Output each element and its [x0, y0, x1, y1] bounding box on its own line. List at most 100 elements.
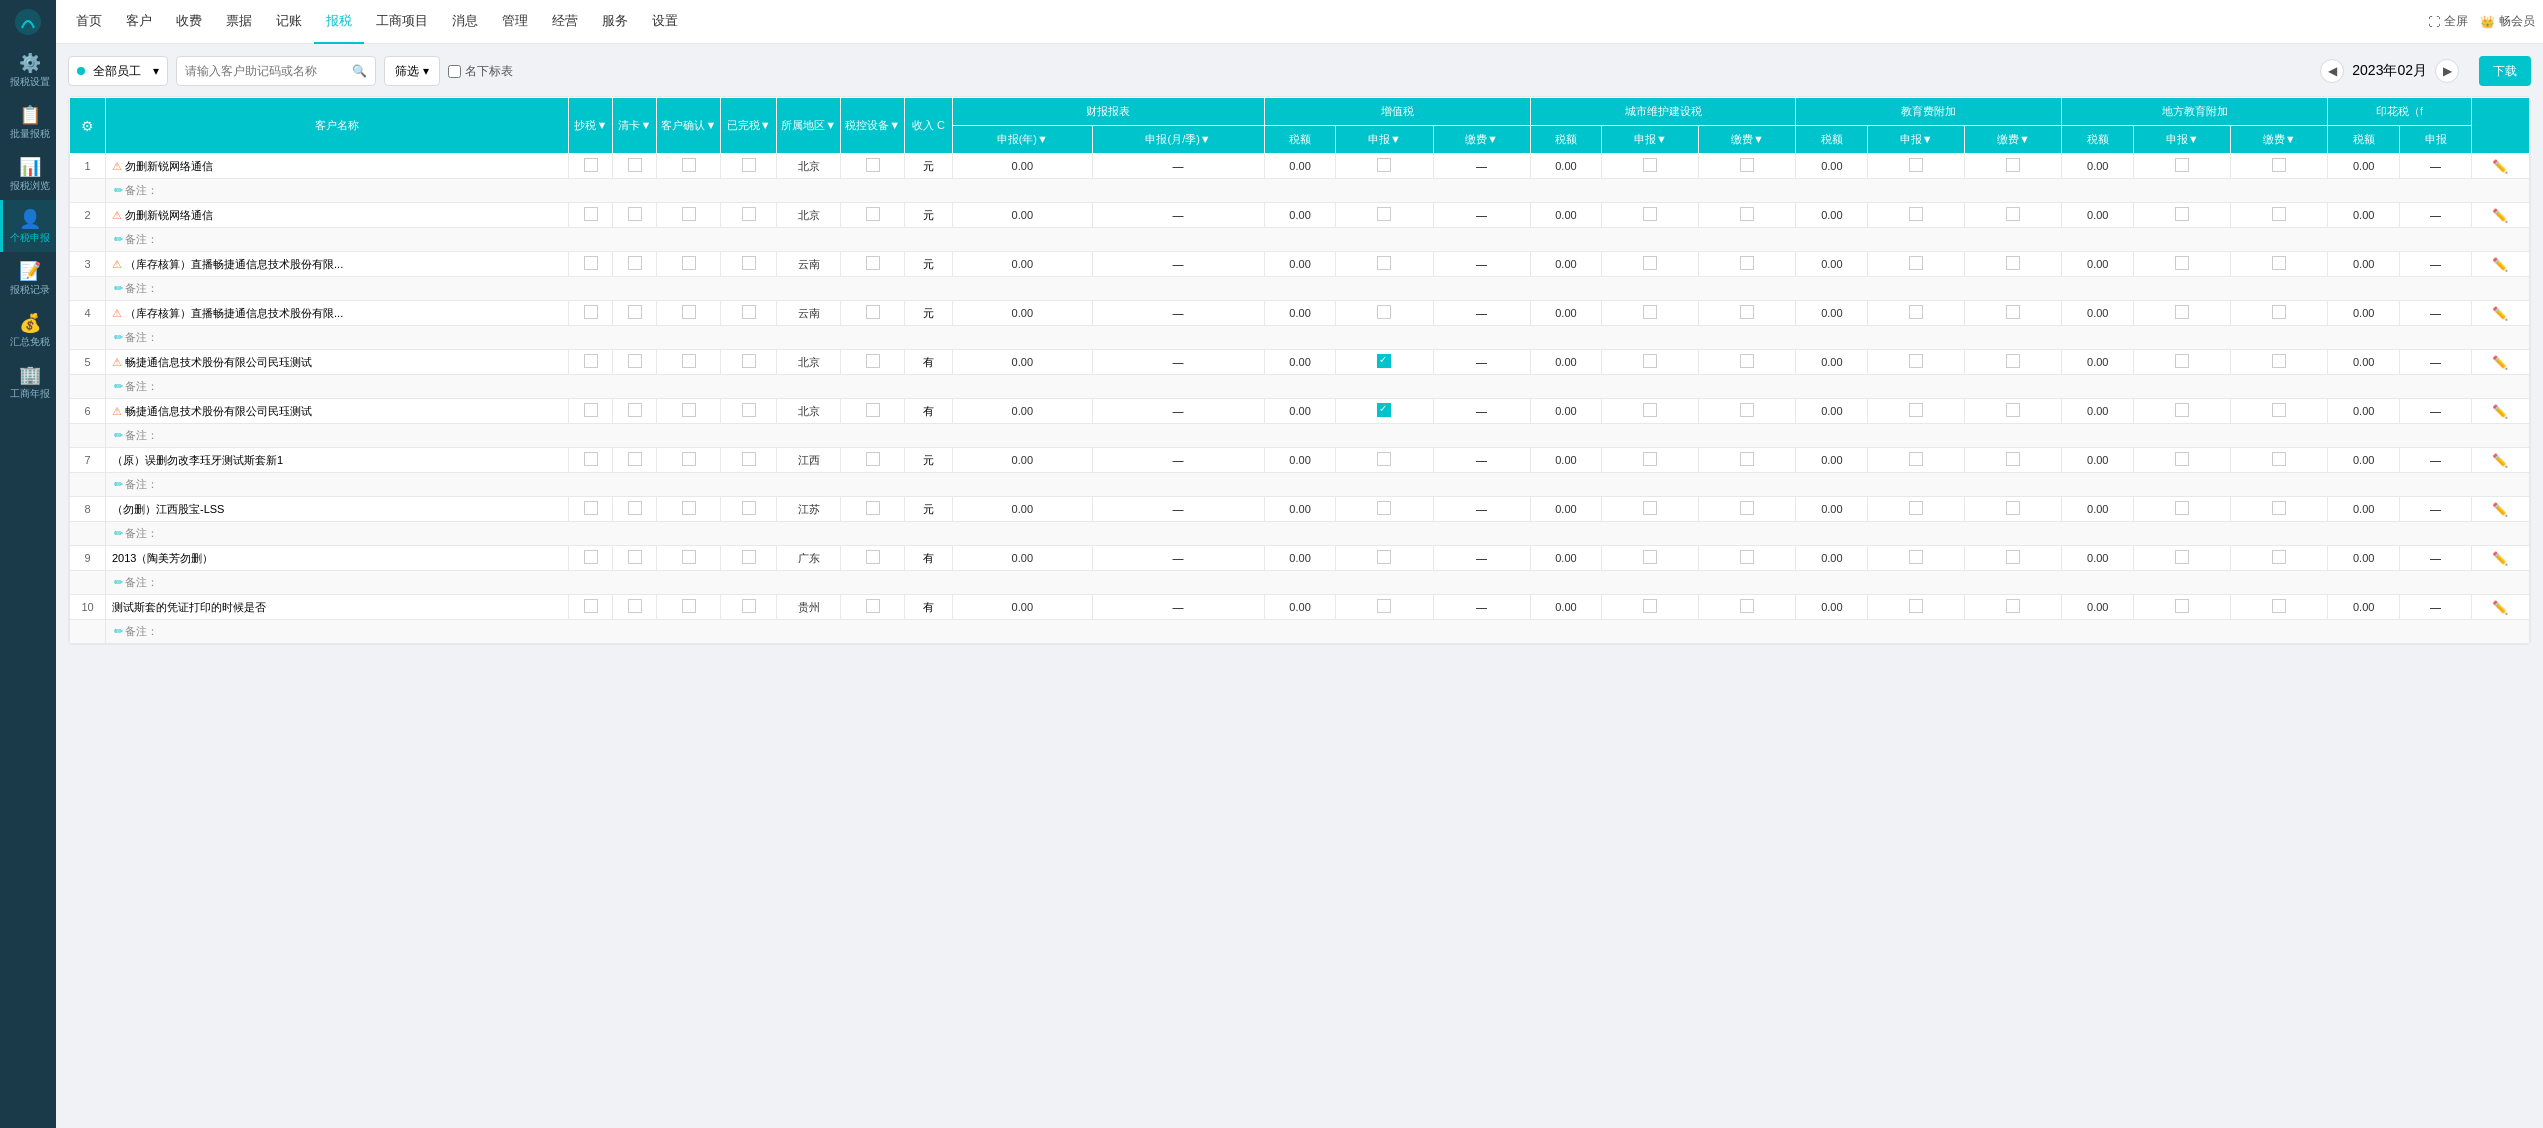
edit-icon[interactable]: ✏️ — [2492, 551, 2508, 566]
done-checkbox[interactable] — [742, 550, 756, 564]
search-input[interactable] — [185, 64, 348, 78]
confirm-checkbox[interactable] — [682, 501, 696, 515]
difang-pay-checkbox[interactable] — [2272, 550, 2286, 564]
done-checkbox[interactable] — [742, 207, 756, 221]
difang-pay-checkbox[interactable] — [2272, 256, 2286, 270]
clear-checkbox[interactable] — [628, 501, 642, 515]
difang-apply-checkbox[interactable] — [2175, 305, 2189, 319]
employee-filter-select[interactable]: 全部员工 ▾ — [68, 56, 168, 86]
chengshi-apply-checkbox[interactable] — [1643, 501, 1657, 515]
jiaoyu-apply-checkbox[interactable] — [1909, 305, 1923, 319]
next-month-button[interactable]: ▶ — [2435, 59, 2459, 83]
difang-pay-checkbox[interactable] — [2272, 452, 2286, 466]
difang-pay-checkbox[interactable] — [2272, 158, 2286, 172]
mingxia-checkbox[interactable] — [448, 65, 461, 78]
tax-checkbox[interactable] — [584, 403, 598, 417]
chengshi-pay-checkbox[interactable] — [1740, 305, 1754, 319]
apply-checkbox-checked[interactable] — [1377, 403, 1391, 417]
sidebar-item-gongshang[interactable]: 🏢 工商年报 — [0, 356, 56, 408]
nav-guanli[interactable]: 管理 — [490, 0, 540, 44]
clear-checkbox[interactable] — [628, 305, 642, 319]
tax-device-checkbox[interactable] — [866, 305, 880, 319]
chengshi-apply-checkbox[interactable] — [1643, 207, 1657, 221]
tax-checkbox[interactable] — [584, 354, 598, 368]
difang-apply-checkbox[interactable] — [2175, 550, 2189, 564]
difang-pay-checkbox[interactable] — [2272, 599, 2286, 613]
edit-icon[interactable]: ✏️ — [2492, 404, 2508, 419]
edit-icon[interactable]: ✏️ — [2492, 257, 2508, 272]
jiaoyu-pay-checkbox[interactable] — [2006, 452, 2020, 466]
tax-checkbox[interactable] — [584, 599, 598, 613]
apply-checkbox-checked[interactable] — [1377, 354, 1391, 368]
edit-icon[interactable]: ✏️ — [2492, 502, 2508, 517]
jiaoyu-pay-checkbox[interactable] — [2006, 599, 2020, 613]
chengshi-pay-checkbox[interactable] — [1740, 550, 1754, 564]
jiaoyu-apply-checkbox[interactable] — [1909, 550, 1923, 564]
jiaoyu-pay-checkbox[interactable] — [2006, 207, 2020, 221]
apply-checkbox[interactable] — [1377, 158, 1391, 172]
vip-btn[interactable]: 👑 畅会员 — [2480, 13, 2535, 30]
chengshi-apply-checkbox[interactable] — [1643, 354, 1657, 368]
jiaoyu-apply-checkbox[interactable] — [1909, 452, 1923, 466]
confirm-checkbox[interactable] — [682, 354, 696, 368]
tax-device-checkbox[interactable] — [866, 354, 880, 368]
tax-device-checkbox[interactable] — [866, 256, 880, 270]
jiaoyu-apply-checkbox[interactable] — [1909, 354, 1923, 368]
gear-icon-th[interactable]: ⚙ — [81, 118, 94, 134]
nav-kehu[interactable]: 客户 — [114, 0, 164, 44]
done-checkbox[interactable] — [742, 158, 756, 172]
tax-device-checkbox[interactable] — [866, 158, 880, 172]
chengshi-pay-checkbox[interactable] — [1740, 599, 1754, 613]
done-checkbox[interactable] — [742, 599, 756, 613]
jiaoyu-pay-checkbox[interactable] — [2006, 550, 2020, 564]
jiaoyu-apply-checkbox[interactable] — [1909, 501, 1923, 515]
sidebar-item-huizong[interactable]: 💰 汇总免税 — [0, 304, 56, 356]
nav-piaoju[interactable]: 票据 — [214, 0, 264, 44]
clear-checkbox[interactable] — [628, 403, 642, 417]
jiaoyu-pay-checkbox[interactable] — [2006, 501, 2020, 515]
download-button[interactable]: 下载 — [2479, 56, 2531, 86]
apply-checkbox[interactable] — [1377, 305, 1391, 319]
tax-device-checkbox[interactable] — [866, 550, 880, 564]
edit-icon[interactable]: ✏️ — [2492, 453, 2508, 468]
chengshi-apply-checkbox[interactable] — [1643, 403, 1657, 417]
chengshi-apply-checkbox[interactable] — [1643, 550, 1657, 564]
nav-shouye[interactable]: 首页 — [64, 0, 114, 44]
difang-apply-checkbox[interactable] — [2175, 501, 2189, 515]
confirm-checkbox[interactable] — [682, 256, 696, 270]
chengshi-pay-checkbox[interactable] — [1740, 501, 1754, 515]
jiaoyu-pay-checkbox[interactable] — [2006, 305, 2020, 319]
tax-device-checkbox[interactable] — [866, 501, 880, 515]
nav-xiaoxiao[interactable]: 消息 — [440, 0, 490, 44]
jiaoyu-pay-checkbox[interactable] — [2006, 256, 2020, 270]
chengshi-apply-checkbox[interactable] — [1643, 305, 1657, 319]
chengshi-pay-checkbox[interactable] — [1740, 403, 1754, 417]
confirm-checkbox[interactable] — [682, 550, 696, 564]
chengshi-pay-checkbox[interactable] — [1740, 256, 1754, 270]
fullscreen-btn[interactable]: ⛶ 全屏 — [2428, 13, 2468, 30]
jiaoyu-pay-checkbox[interactable] — [2006, 354, 2020, 368]
sidebar-item-geshui[interactable]: 👤 个税申报 — [0, 200, 56, 252]
confirm-checkbox[interactable] — [682, 599, 696, 613]
done-checkbox[interactable] — [742, 501, 756, 515]
apply-checkbox[interactable] — [1377, 207, 1391, 221]
jiaoyu-pay-checkbox[interactable] — [2006, 403, 2020, 417]
apply-checkbox[interactable] — [1377, 452, 1391, 466]
confirm-checkbox[interactable] — [682, 207, 696, 221]
tax-device-checkbox[interactable] — [866, 207, 880, 221]
edit-icon[interactable]: ✏️ — [2492, 600, 2508, 615]
difang-pay-checkbox[interactable] — [2272, 354, 2286, 368]
jiaoyu-apply-checkbox[interactable] — [1909, 599, 1923, 613]
jiaoyu-pay-checkbox[interactable] — [2006, 158, 2020, 172]
nav-baoshui[interactable]: 报税 — [314, 0, 364, 44]
jiaoyu-apply-checkbox[interactable] — [1909, 207, 1923, 221]
tax-checkbox[interactable] — [584, 305, 598, 319]
clear-checkbox[interactable] — [628, 550, 642, 564]
apply-checkbox[interactable] — [1377, 501, 1391, 515]
done-checkbox[interactable] — [742, 256, 756, 270]
difang-pay-checkbox[interactable] — [2272, 403, 2286, 417]
clear-checkbox[interactable] — [628, 452, 642, 466]
difang-apply-checkbox[interactable] — [2175, 158, 2189, 172]
tax-device-checkbox[interactable] — [866, 403, 880, 417]
done-checkbox[interactable] — [742, 452, 756, 466]
